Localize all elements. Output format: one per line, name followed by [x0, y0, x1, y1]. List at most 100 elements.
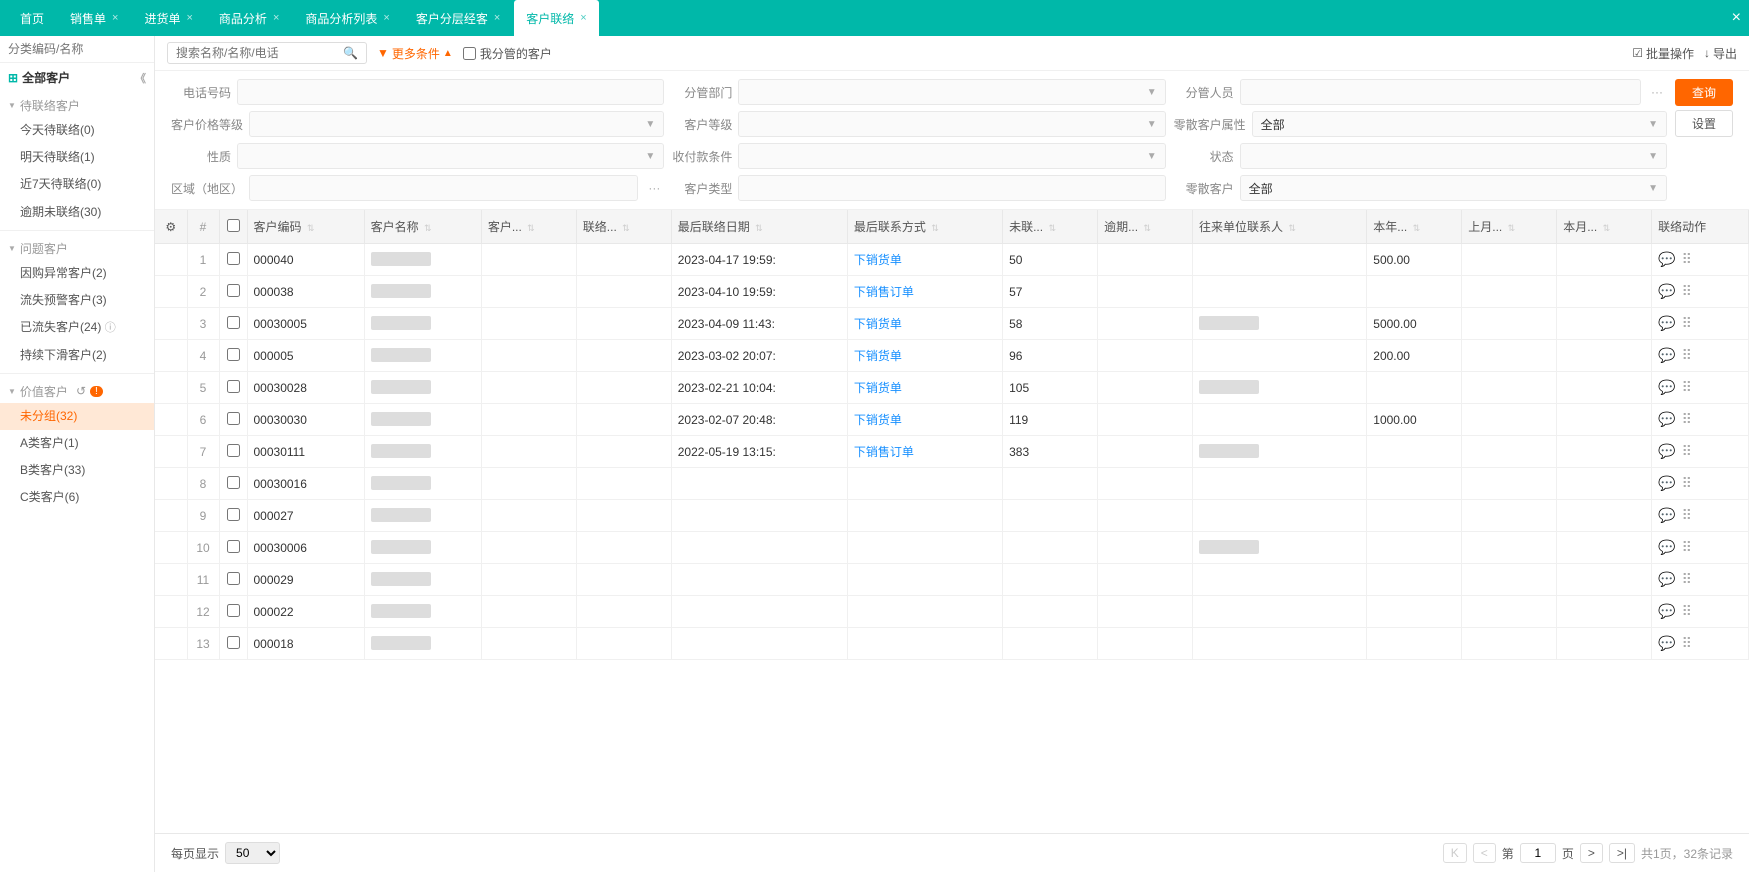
row-checkbox-cell[interactable] [219, 276, 247, 308]
row-action[interactable]: 💬⠿ [1652, 628, 1749, 660]
row-checkbox-cell[interactable] [219, 532, 247, 564]
last-method-link[interactable]: 下销货单 [854, 317, 902, 331]
reset-button[interactable]: 设置 [1675, 110, 1733, 137]
row-checkbox[interactable] [227, 412, 240, 425]
more-action-icon[interactable]: ⠿ [1682, 539, 1692, 556]
row-checkbox-cell[interactable] [219, 628, 247, 660]
sidebar-item-declining[interactable]: 持续下滑客户(2) [0, 342, 154, 369]
row-checkbox[interactable] [227, 252, 240, 265]
sidebar-item-b-class[interactable]: B类客户(33) [0, 457, 154, 484]
sidebar-item-ungroup[interactable]: 未分组(32) [0, 403, 154, 430]
section-pending-arrow[interactable]: ▼ [8, 101, 16, 110]
col-last-date[interactable]: 最后联络日期 ⇅ [671, 210, 847, 244]
tab-home[interactable]: 首页 [8, 0, 56, 36]
col-contact[interactable]: 联络... ⇅ [576, 210, 671, 244]
row-action[interactable]: 💬⠿ [1652, 372, 1749, 404]
row-last-method[interactable] [847, 532, 1002, 564]
filter-nature-select[interactable]: ▼ [237, 143, 664, 169]
row-last-method[interactable]: 下销售订单 [847, 276, 1002, 308]
col-uncontacted-sort[interactable]: ⇅ [1048, 223, 1056, 233]
more-action-icon[interactable]: ⠿ [1682, 571, 1692, 588]
filter-dept-select[interactable]: ▼ [738, 79, 1165, 105]
row-checkbox[interactable] [227, 380, 240, 393]
chat-icon[interactable]: 💬 [1658, 251, 1675, 268]
filter-price-level-select[interactable]: ▼ [249, 111, 664, 137]
more-action-icon[interactable]: ⠿ [1682, 475, 1692, 492]
tab-sales[interactable]: 销售单 × [58, 0, 130, 36]
row-checkbox-cell[interactable] [219, 500, 247, 532]
tab-purchase[interactable]: 进货单 × [132, 0, 204, 36]
filter-retail-select[interactable]: 全部 ▼ [1240, 175, 1667, 201]
more-conditions-btn[interactable]: ▼ 更多条件 ▲ [377, 45, 453, 62]
col-settings[interactable]: ⚙ [155, 210, 187, 244]
row-checkbox-cell[interactable] [219, 596, 247, 628]
more-action-icon[interactable]: ⠿ [1682, 603, 1692, 620]
more-action-icon[interactable]: ⠿ [1682, 635, 1692, 652]
filter-search-box[interactable]: 🔍 [167, 42, 367, 64]
col-this-year[interactable]: 本年... ⇅ [1367, 210, 1462, 244]
sidebar-search-input[interactable] [8, 42, 155, 56]
tab-product-analysis-close[interactable]: × [273, 12, 279, 24]
col-type[interactable]: 客户... ⇅ [481, 210, 576, 244]
last-method-link[interactable]: 下销售订单 [854, 285, 914, 299]
tab-customer-segment-close[interactable]: × [494, 12, 500, 24]
chat-icon[interactable]: 💬 [1658, 283, 1675, 300]
col-last-method-sort[interactable]: ⇅ [931, 223, 939, 233]
row-last-method[interactable] [847, 468, 1002, 500]
last-method-link[interactable]: 下销货单 [854, 253, 902, 267]
filter-person-dots[interactable]: ··· [1647, 85, 1667, 99]
prev-page-btn[interactable]: < [1473, 843, 1496, 863]
col-overdue[interactable]: 逾期... ⇅ [1098, 210, 1193, 244]
filter-cust-type-input[interactable] [738, 175, 1165, 201]
row-action[interactable]: 💬⠿ [1652, 308, 1749, 340]
more-action-icon[interactable]: ⠿ [1682, 507, 1692, 524]
chat-icon[interactable]: 💬 [1658, 443, 1675, 460]
more-action-icon[interactable]: ⠿ [1682, 411, 1692, 428]
row-checkbox[interactable] [227, 540, 240, 553]
row-checkbox[interactable] [227, 636, 240, 649]
more-action-icon[interactable]: ⠿ [1682, 347, 1692, 364]
row-checkbox[interactable] [227, 348, 240, 361]
row-checkbox-cell[interactable] [219, 244, 247, 276]
row-checkbox[interactable] [227, 508, 240, 521]
row-action[interactable]: 💬⠿ [1652, 532, 1749, 564]
filter-region-dots[interactable]: ··· [644, 181, 664, 195]
last-method-link[interactable]: 下销售订单 [854, 445, 914, 459]
row-checkbox[interactable] [227, 572, 240, 585]
col-checkbox[interactable] [219, 210, 247, 244]
row-last-method[interactable]: 下销货单 [847, 244, 1002, 276]
row-last-method[interactable] [847, 500, 1002, 532]
tab-product-analysis[interactable]: 商品分析 × [207, 0, 291, 36]
sidebar-item-abnormal[interactable]: 因购异常客户(2) [0, 260, 154, 287]
sidebar-item-a-class[interactable]: A类客户(1) [0, 430, 154, 457]
sidebar-item-today[interactable]: 今天待联络(0) [0, 117, 154, 144]
row-last-method[interactable]: 下销货单 [847, 340, 1002, 372]
filter-phone-input[interactable] [237, 79, 664, 105]
row-checkbox-cell[interactable] [219, 372, 247, 404]
col-name-sort[interactable]: ⇅ [424, 223, 432, 233]
section-problem-arrow[interactable]: ▼ [8, 244, 16, 253]
col-this-month-sort[interactable]: ⇅ [1603, 223, 1611, 233]
col-uncontacted[interactable]: 未联... ⇅ [1003, 210, 1098, 244]
sidebar-collapse-btn[interactable]: 《 [135, 70, 146, 86]
col-this-month[interactable]: 本月... ⇅ [1557, 210, 1652, 244]
next-page-btn[interactable]: > [1580, 843, 1603, 863]
last-method-link[interactable]: 下销货单 [854, 381, 902, 395]
chat-icon[interactable]: 💬 [1658, 571, 1675, 588]
chat-icon[interactable]: 💬 [1658, 635, 1675, 652]
first-page-btn[interactable]: K [1443, 843, 1467, 863]
col-name[interactable]: 客户名称 ⇅ [364, 210, 481, 244]
row-last-method[interactable]: 下销货单 [847, 308, 1002, 340]
row-last-method[interactable] [847, 564, 1002, 596]
row-checkbox-cell[interactable] [219, 564, 247, 596]
sidebar-item-churn-warn[interactable]: 流失预警客户(3) [0, 287, 154, 314]
row-checkbox-cell[interactable] [219, 468, 247, 500]
last-page-btn[interactable]: >| [1609, 843, 1635, 863]
row-last-method[interactable] [847, 628, 1002, 660]
more-action-icon[interactable]: ⠿ [1682, 251, 1692, 268]
last-method-link[interactable]: 下销货单 [854, 413, 902, 427]
col-this-year-sort[interactable]: ⇅ [1413, 223, 1421, 233]
my-customers-checkbox[interactable] [463, 47, 476, 60]
page-size-select[interactable]: 50 100 200 [225, 842, 280, 864]
col-last-method[interactable]: 最后联系方式 ⇅ [847, 210, 1002, 244]
